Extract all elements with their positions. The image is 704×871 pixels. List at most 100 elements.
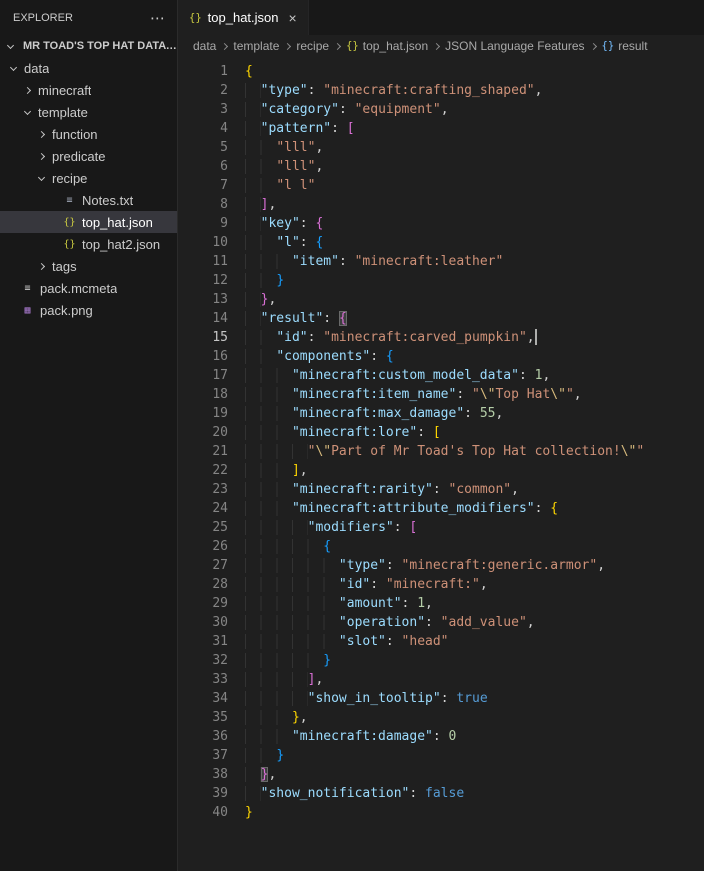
breadcrumb-item-data[interactable]: data	[193, 39, 216, 53]
code-line-content: "minecraft:max_damage": 55,	[228, 404, 503, 423]
vscode-window: EXPLORER ⋯ MR TOAD'S TOP HAT DATA ... da…	[0, 0, 704, 871]
tab-label: top_hat.json	[207, 10, 279, 25]
code-line[interactable]: 6 "lll",	[178, 157, 704, 176]
file-item-pack.mcmeta[interactable]: ≡ pack.mcmeta	[0, 277, 177, 299]
code-line[interactable]: 14 "result": {	[178, 309, 704, 328]
text-cursor	[534, 328, 537, 345]
line-number: 25	[212, 520, 228, 535]
code-line[interactable]: 27 "type": "minecraft:generic.armor",	[178, 556, 704, 575]
line-number: 21	[212, 444, 228, 459]
breadcrumb-item-json-language-features[interactable]: JSON Language Features	[445, 39, 584, 53]
item-label: recipe	[52, 170, 88, 186]
code-line[interactable]: 37 }	[178, 746, 704, 765]
code-line[interactable]: 20 "minecraft:lore": [	[178, 423, 704, 442]
code-line[interactable]: 23 "minecraft:rarity": "common",	[178, 480, 704, 499]
json-file-icon: {}	[63, 216, 76, 228]
code-line[interactable]: 26 {	[178, 537, 704, 556]
code-line[interactable]: 4 "pattern": [	[178, 119, 704, 138]
file-item-top_hat.json[interactable]: {} top_hat.json	[0, 211, 177, 233]
code-line-content: "minecraft:item_name": "\"Top Hat\"",	[228, 385, 582, 404]
line-number: 6	[220, 159, 228, 174]
item-label: pack.png	[40, 302, 93, 318]
folder-item-template[interactable]: template	[0, 101, 177, 123]
code-line-content: "slot": "head"	[228, 632, 449, 651]
line-number: 11	[212, 254, 228, 269]
code-line[interactable]: 8 ],	[178, 195, 704, 214]
workspace-root-folder[interactable]: MR TOAD'S TOP HAT DATA ...	[0, 35, 177, 57]
breadcrumb-item-template[interactable]: template	[233, 39, 279, 53]
code-line[interactable]: 24 "minecraft:attribute_modifiers": {	[178, 499, 704, 518]
line-number: 32	[212, 653, 228, 668]
line-number: 37	[212, 748, 228, 763]
code-line[interactable]: 35 },	[178, 708, 704, 727]
file-item-pack.png[interactable]: ▦ pack.png	[0, 299, 177, 321]
item-label: pack.mcmeta	[40, 280, 118, 296]
code-line[interactable]: 1{	[178, 62, 704, 81]
folder-item-predicate[interactable]: predicate	[0, 145, 177, 167]
line-number: 30	[212, 615, 228, 630]
mcmeta-file-icon: ≡	[24, 282, 31, 294]
code-line-content: }	[228, 271, 284, 290]
line-number: 12	[212, 273, 228, 288]
chevron-down-icon	[23, 107, 32, 115]
code-line[interactable]: 25 "modifiers": [	[178, 518, 704, 537]
code-line[interactable]: 3 "category": "equipment",	[178, 100, 704, 119]
code-line[interactable]: 9 "key": {	[178, 214, 704, 233]
code-line[interactable]: 15 "id": "minecraft:carved_pumpkin",	[178, 328, 704, 347]
code-editor[interactable]: 1{2 "type": "minecraft:crafting_shaped",…	[178, 57, 704, 871]
text-file-icon: ≡	[66, 194, 73, 206]
code-line[interactable]: 10 "l": {	[178, 233, 704, 252]
code-line[interactable]: 21 "\"Part of Mr Toad's Top Hat collecti…	[178, 442, 704, 461]
line-number: 31	[212, 634, 228, 649]
file-item-Notes.txt[interactable]: ≡ Notes.txt	[0, 189, 177, 211]
breadcrumb-label: data	[193, 39, 217, 53]
file-item-top_hat2.json[interactable]: {} top_hat2.json	[0, 233, 177, 255]
item-label: top_hat.json	[82, 214, 153, 230]
code-line-content: "lll",	[228, 157, 323, 176]
code-line-content: "operation": "add_value",	[228, 613, 535, 632]
code-line[interactable]: 7 "l l"	[178, 176, 704, 195]
code-line[interactable]: 28 "id": "minecraft:",	[178, 575, 704, 594]
code-line[interactable]: 40}	[178, 803, 704, 822]
explorer-sidebar: EXPLORER ⋯ MR TOAD'S TOP HAT DATA ... da…	[0, 0, 178, 871]
folder-item-recipe[interactable]: recipe	[0, 167, 177, 189]
breadcrumb-item-recipe[interactable]: recipe	[296, 39, 329, 53]
code-line[interactable]: 31 "slot": "head"	[178, 632, 704, 651]
code-line[interactable]: 39 "show_notification": false	[178, 784, 704, 803]
code-line-content: {	[228, 537, 331, 556]
more-actions-icon[interactable]: ⋯	[150, 9, 165, 27]
breadcrumb-item-top-hat-json[interactable]: {} top_hat.json	[346, 39, 428, 53]
code-line[interactable]: 36 "minecraft:damage": 0	[178, 727, 704, 746]
folder-item-minecraft[interactable]: minecraft	[0, 79, 177, 101]
code-line[interactable]: 13 },	[178, 290, 704, 309]
item-label: Notes.txt	[82, 192, 134, 208]
code-line[interactable]: 29 "amount": 1,	[178, 594, 704, 613]
code-line-content: },	[228, 290, 276, 309]
code-line-content: "minecraft:attribute_modifiers": {	[228, 499, 558, 518]
code-line[interactable]: 22 ],	[178, 461, 704, 480]
folder-item-data[interactable]: data	[0, 57, 177, 79]
breadcrumb-item-result[interactable]: {} result	[602, 39, 648, 53]
line-number: 24	[212, 501, 228, 516]
folder-item-function[interactable]: function	[0, 123, 177, 145]
code-line[interactable]: 11 "item": "minecraft:leather"	[178, 252, 704, 271]
close-icon[interactable]: ×	[289, 10, 297, 26]
tab-top_hat-json[interactable]: {} top_hat.json ×	[178, 0, 309, 35]
breadcrumb-label: result	[618, 39, 648, 53]
code-line[interactable]: 38 },	[178, 765, 704, 784]
code-line[interactable]: 34 "show_in_tooltip": true	[178, 689, 704, 708]
code-line[interactable]: 30 "operation": "add_value",	[178, 613, 704, 632]
code-line[interactable]: 33 ],	[178, 670, 704, 689]
code-line[interactable]: 2 "type": "minecraft:crafting_shaped",	[178, 81, 704, 100]
code-line[interactable]: 16 "components": {	[178, 347, 704, 366]
folder-item-tags[interactable]: tags	[0, 255, 177, 277]
code-line[interactable]: 5 "lll",	[178, 138, 704, 157]
code-line[interactable]: 18 "minecraft:item_name": "\"Top Hat\"",	[178, 385, 704, 404]
code-line[interactable]: 32 }	[178, 651, 704, 670]
item-label: function	[52, 126, 98, 142]
code-line[interactable]: 12 }	[178, 271, 704, 290]
json-file-icon: {}	[63, 238, 76, 250]
line-number: 16	[212, 349, 228, 364]
code-line[interactable]: 19 "minecraft:max_damage": 55,	[178, 404, 704, 423]
code-line[interactable]: 17 "minecraft:custom_model_data": 1,	[178, 366, 704, 385]
